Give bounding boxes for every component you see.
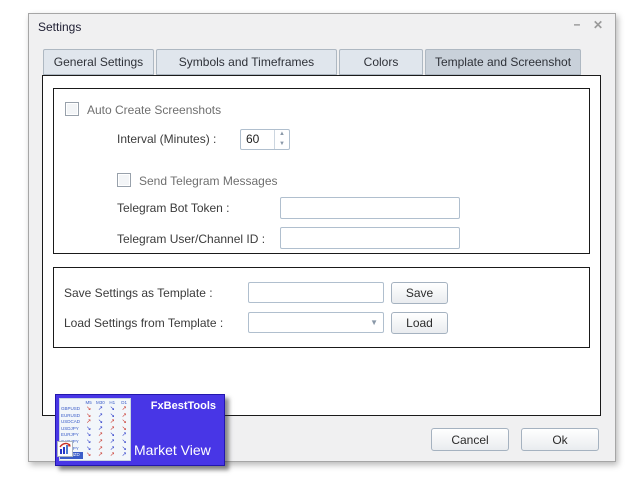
- window-controls: – ✕: [570, 17, 605, 33]
- tab-symbols-and-timeframes[interactable]: Symbols and Timeframes: [156, 49, 337, 75]
- mini-signal-arrow-icon: ↗: [97, 445, 103, 452]
- user-channel-input[interactable]: [280, 227, 460, 249]
- screenshot-groupbox: Auto Create Screenshots Interval (Minute…: [53, 88, 590, 254]
- mini-signal-arrow-icon: ↘: [109, 406, 115, 412]
- tab-general-settings[interactable]: General Settings: [43, 49, 154, 75]
- mini-signal-arrow-icon: ↗: [121, 452, 127, 459]
- banner-product-text: Market View: [134, 442, 211, 458]
- save-template-input[interactable]: [248, 282, 384, 303]
- mini-table-corner: [60, 399, 83, 406]
- mini-timeframe-label: H1: [109, 400, 116, 405]
- save-button[interactable]: Save: [391, 282, 448, 304]
- mini-pair-label: EURJPY: [61, 432, 79, 438]
- interval-label: Interval (Minutes) :: [117, 132, 217, 146]
- mini-pair-label: GBPUSD: [61, 406, 81, 411]
- auto-create-screenshots-label: Auto Create Screenshots: [87, 103, 222, 117]
- mini-table-row: GBPUSD ↘ ↗ ↘ ↗: [60, 406, 130, 413]
- mini-signal-arrow-icon: ↗: [109, 438, 115, 445]
- mini-pair-label: USDJPY: [61, 425, 79, 431]
- mini-timeframe-label: M5: [85, 400, 92, 405]
- mini-timeframe-label: D1: [121, 400, 127, 405]
- chevron-down-icon: ▼: [370, 318, 378, 327]
- mini-signal-arrow-icon: ↗: [121, 412, 127, 419]
- bot-token-label: Telegram Bot Token :: [117, 201, 230, 215]
- mini-signal-arrow-icon: ↘: [86, 438, 92, 445]
- mini-signal-arrow-icon: ↘: [86, 425, 92, 432]
- tab-template-and-screenshot[interactable]: Template and Screenshot: [425, 49, 581, 75]
- mini-signal-arrow-icon: ↗: [109, 452, 115, 459]
- minimize-icon[interactable]: –: [570, 17, 584, 33]
- spinner-buttons: ▲ ▼: [274, 130, 289, 149]
- load-button[interactable]: Load: [391, 312, 448, 334]
- mini-table-header: M5 M30 H1 D1: [60, 399, 130, 406]
- titlebar[interactable]: Settings – ✕: [29, 14, 615, 40]
- interval-value: 60: [246, 132, 260, 146]
- spinner-down-icon[interactable]: ▼: [275, 140, 289, 150]
- save-template-label: Save Settings as Template :: [64, 286, 213, 300]
- mini-signal-arrow-icon: ↘: [109, 412, 115, 419]
- mini-signal-arrow-icon: ↗: [97, 412, 103, 419]
- mini-signal-arrow-icon: ↘: [97, 419, 103, 426]
- mini-signal-arrow-icon: ↘: [121, 438, 127, 445]
- marketview-logo-icon: [57, 441, 73, 457]
- mini-signal-arrow-icon: ↗: [97, 425, 103, 432]
- user-channel-label: Telegram User/Channel ID :: [117, 232, 266, 246]
- mini-signal-arrow-icon: ↘: [86, 445, 92, 452]
- mini-signal-arrow-icon: ↗: [97, 432, 103, 439]
- mini-table-row: USDCAD ↗ ↘ ↗ ↘: [60, 419, 130, 426]
- mini-signal-arrow-icon: ↗: [109, 445, 115, 452]
- mini-table-row: USDJPY ↘ ↗ ↗ ↘: [60, 426, 130, 433]
- fxbesttools-banner[interactable]: FxBestTools Market View M5 M30 H1 D1 GBPUSD ↘…: [55, 394, 225, 466]
- settings-tabstrip: General Settings Symbols and Timeframes …: [43, 49, 581, 75]
- mini-signal-arrow-icon: ↘: [86, 432, 92, 439]
- template-screenshot-panel: Auto Create Screenshots Interval (Minute…: [42, 75, 601, 416]
- mini-signal-arrow-icon: ↗: [97, 438, 103, 445]
- send-telegram-label: Send Telegram Messages: [139, 174, 278, 188]
- template-groupbox: Save Settings as Template : Save Load Se…: [53, 267, 590, 348]
- mini-signal-arrow-icon: ↘: [121, 419, 127, 426]
- cancel-button[interactable]: Cancel: [431, 428, 509, 451]
- mini-signal-arrow-icon: ↗: [86, 419, 92, 426]
- mini-signal-arrow-icon: ↗: [109, 419, 115, 426]
- mini-pair-label: EURUSD: [61, 412, 81, 418]
- load-template-label: Load Settings from Template :: [64, 316, 224, 330]
- ok-button[interactable]: Ok: [521, 428, 599, 451]
- mini-signal-arrow-icon: ↗: [97, 452, 103, 459]
- mini-signal-arrow-icon: ↘: [109, 432, 115, 439]
- interval-spinner[interactable]: 60 ▲ ▼: [240, 129, 290, 150]
- mini-signal-arrow-icon: ↗: [97, 406, 103, 412]
- mini-table-row: EURUSD ↘ ↗ ↘ ↗: [60, 413, 130, 420]
- spinner-up-icon[interactable]: ▲: [275, 130, 289, 140]
- tab-colors[interactable]: Colors: [339, 49, 423, 75]
- mini-signal-arrow-icon: ↗: [121, 432, 127, 439]
- desktop: Settings – ✕ General Settings Symbols an…: [0, 0, 640, 480]
- load-template-dropdown[interactable]: ▼: [248, 312, 384, 333]
- mini-signal-arrow-icon: ↗: [121, 406, 127, 412]
- auto-create-screenshots-checkbox[interactable]: [65, 102, 79, 116]
- bot-token-input[interactable]: [280, 197, 460, 219]
- mini-signal-arrow-icon: ↘: [121, 445, 127, 452]
- mini-signal-arrow-icon: ↘: [86, 452, 92, 459]
- mini-signal-arrow-icon: ↘: [121, 425, 127, 432]
- mini-pair-label: USDCAD: [61, 419, 81, 425]
- mini-signal-arrow-icon: ↘: [86, 412, 92, 419]
- mini-signal-arrow-icon: ↘: [86, 406, 92, 412]
- window-title: Settings: [38, 20, 82, 34]
- mini-timeframe-label: M30: [96, 400, 105, 405]
- banner-brand-text: FxBestTools: [150, 400, 216, 412]
- send-telegram-checkbox[interactable]: [117, 173, 131, 187]
- mini-signal-arrow-icon: ↗: [109, 425, 115, 432]
- close-icon[interactable]: ✕: [591, 17, 605, 33]
- mini-table-row: EURJPY ↘ ↗ ↘ ↗: [60, 432, 130, 439]
